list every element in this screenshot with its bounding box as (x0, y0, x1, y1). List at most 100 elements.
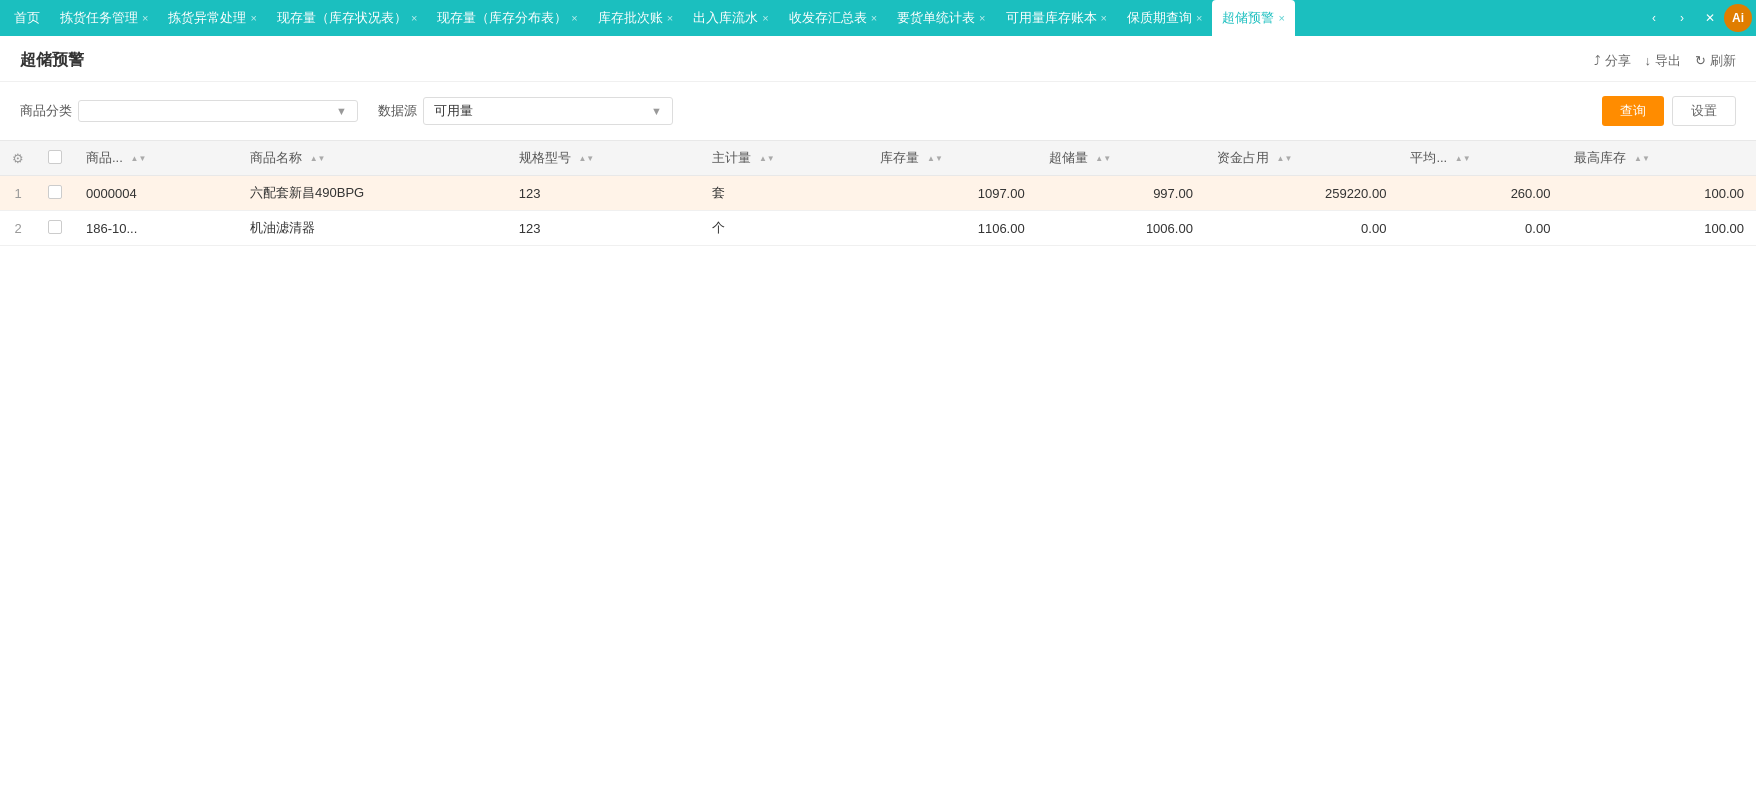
col-goods-name[interactable]: 商品名称 ▲▼ (238, 141, 507, 176)
nav-item-库存批次账[interactable]: 库存批次账 × (588, 0, 683, 36)
export-button[interactable]: ↓ 导出 (1645, 52, 1682, 70)
cell-goods-name-1: 六配套新昌490BPG (238, 176, 507, 211)
cell-unit-1: 套 (700, 176, 868, 211)
nav-item-要货单统计表[interactable]: 要货单统计表 × (887, 0, 995, 36)
cell-goods-code-2: 186-10... (74, 211, 238, 246)
table-row: 1 0000004 六配套新昌490BPG 123 套 1097.00 997.… (0, 176, 1756, 211)
nav-close-all-arrow[interactable]: ✕ (1696, 0, 1724, 36)
column-settings-icon[interactable]: ⚙ (12, 151, 24, 166)
row-checkbox-2 (36, 211, 74, 246)
row-checkbox-1 (36, 176, 74, 211)
table-header-row: ⚙ 商品... ▲▼ 商品名称 ▲▼ 规格型号 ▲▼ (0, 141, 1756, 176)
filter-actions: 查询 设置 (1602, 96, 1736, 126)
query-button[interactable]: 查询 (1602, 96, 1664, 126)
col-spec[interactable]: 规格型号 ▲▼ (507, 141, 701, 176)
nav-close-icon[interactable]: × (142, 12, 148, 24)
nav-item-保质期查询[interactable]: 保质期查询 × (1117, 0, 1212, 36)
col-max-stock[interactable]: 最高库存 ▲▼ (1562, 141, 1756, 176)
goods-category-select[interactable]: ▼ (78, 100, 358, 122)
cell-avg-2: 0.00 (1398, 211, 1562, 246)
row-num-1: 1 (0, 176, 36, 211)
nav-close-icon[interactable]: × (871, 12, 877, 24)
nav-item-拣货异常处理[interactable]: 拣货异常处理 × (158, 0, 266, 36)
sort-arrows-unit: ▲▼ (759, 155, 775, 163)
select-all-checkbox[interactable] (48, 150, 62, 164)
col-checkbox-header (36, 141, 74, 176)
avatar: Ai (1724, 4, 1752, 32)
cell-spec-2: 123 (507, 211, 701, 246)
col-goods-name-label: 商品名称 (250, 150, 302, 165)
nav-item-首页[interactable]: 首页 (4, 0, 50, 36)
nav-item-收发存汇总表[interactable]: 收发存汇总表 × (779, 0, 887, 36)
col-capital-occupied-label: 资金占用 (1217, 150, 1269, 165)
col-goods-code[interactable]: 商品... ▲▼ (74, 141, 238, 176)
user-area: Ai (1724, 4, 1752, 32)
nav-close-icon[interactable]: × (667, 12, 673, 24)
cell-unit-2: 个 (700, 211, 868, 246)
settings-button[interactable]: 设置 (1672, 96, 1736, 126)
col-spec-label: 规格型号 (519, 150, 571, 165)
sort-arrows-goods-code: ▲▼ (130, 155, 146, 163)
cell-spec-1: 123 (507, 176, 701, 211)
table-container: ⚙ 商品... ▲▼ 商品名称 ▲▼ 规格型号 ▲▼ (0, 140, 1756, 246)
page-header: 超储预警 ⤴ 分享 ↓ 导出 ↻ 刷新 (0, 36, 1756, 82)
nav-close-icon[interactable]: × (250, 12, 256, 24)
row-select-checkbox-2[interactable] (48, 220, 62, 234)
col-over-stock-label: 超储量 (1049, 150, 1088, 165)
nav-close-icon[interactable]: × (1196, 12, 1202, 24)
col-avg[interactable]: 平均... ▲▼ (1398, 141, 1562, 176)
data-source-value: 可用量 (434, 102, 473, 120)
nav-close-icon[interactable]: × (411, 12, 417, 24)
refresh-label: 刷新 (1710, 52, 1736, 70)
nav-close-icon[interactable]: × (571, 12, 577, 24)
col-goods-code-label: 商品... (86, 150, 123, 165)
filter-bar: 商品分类 ▼ 数据源 可用量 ▼ 查询 设置 (0, 82, 1756, 140)
col-unit[interactable]: 主计量 ▲▼ (700, 141, 868, 176)
cell-capital-occupied-1: 259220.00 (1205, 176, 1399, 211)
nav-close-icon[interactable]: × (1278, 12, 1284, 24)
goods-category-label: 商品分类 (20, 102, 72, 120)
data-source-select[interactable]: 可用量 ▼ (423, 97, 673, 125)
sort-arrows-avg: ▲▼ (1455, 155, 1471, 163)
nav-item-拣货任务管理[interactable]: 拣货任务管理 × (50, 0, 158, 36)
share-button[interactable]: ⤴ 分享 (1594, 52, 1631, 70)
col-avg-label: 平均... (1410, 150, 1447, 165)
row-num-2: 2 (0, 211, 36, 246)
cell-max-stock-1: 100.00 (1562, 176, 1756, 211)
page-content: 超储预警 ⤴ 分享 ↓ 导出 ↻ 刷新 商品分类 ▼ 数据源 (0, 36, 1756, 800)
nav-item-现存量（库存分布表）[interactable]: 现存量（库存分布表） × (427, 0, 587, 36)
col-stock[interactable]: 库存量 ▲▼ (868, 141, 1036, 176)
nav-prev-arrow[interactable]: ‹ (1640, 0, 1668, 36)
nav-next-arrow[interactable]: › (1668, 0, 1696, 36)
sort-arrows-spec: ▲▼ (578, 155, 594, 163)
cell-stock-1: 1097.00 (868, 176, 1036, 211)
nav-close-icon[interactable]: × (1101, 12, 1107, 24)
nav-item-可用量库存账本[interactable]: 可用量库存账本 × (996, 0, 1117, 36)
sort-arrows-over-stock: ▲▼ (1095, 155, 1111, 163)
cell-over-stock-2: 1006.00 (1037, 211, 1205, 246)
nav-item-出入库流水[interactable]: 出入库流水 × (683, 0, 778, 36)
nav-item-超储预警[interactable]: 超储预警 × (1212, 0, 1294, 36)
cell-goods-name-2: 机油滤清器 (238, 211, 507, 246)
cell-avg-1: 260.00 (1398, 176, 1562, 211)
col-max-stock-label: 最高库存 (1574, 150, 1626, 165)
goods-category-filter: 商品分类 ▼ (20, 100, 358, 122)
export-icon: ↓ (1645, 53, 1652, 68)
sort-arrows-stock: ▲▼ (927, 155, 943, 163)
nav-close-icon[interactable]: × (762, 12, 768, 24)
data-table: ⚙ 商品... ▲▼ 商品名称 ▲▼ 规格型号 ▲▼ (0, 140, 1756, 246)
data-source-filter: 数据源 可用量 ▼ (378, 97, 673, 125)
data-source-label: 数据源 (378, 102, 417, 120)
row-select-checkbox-1[interactable] (48, 185, 62, 199)
nav-close-icon[interactable]: × (979, 12, 985, 24)
col-over-stock[interactable]: 超储量 ▲▼ (1037, 141, 1205, 176)
col-capital-occupied[interactable]: 资金占用 ▲▼ (1205, 141, 1399, 176)
col-settings: ⚙ (0, 141, 36, 176)
col-unit-label: 主计量 (712, 150, 751, 165)
nav-item-现存量（库存状况表）[interactable]: 现存量（库存状况表） × (267, 0, 427, 36)
cell-stock-2: 1106.00 (868, 211, 1036, 246)
sort-arrows-capital: ▲▼ (1277, 155, 1293, 163)
refresh-button[interactable]: ↻ 刷新 (1695, 52, 1736, 70)
share-label: 分享 (1605, 52, 1631, 70)
cell-over-stock-1: 997.00 (1037, 176, 1205, 211)
